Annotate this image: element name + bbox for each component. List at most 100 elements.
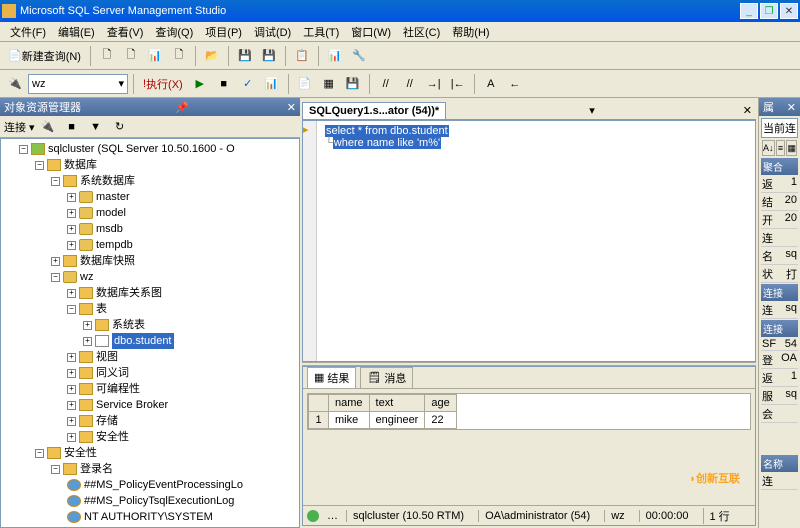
uncomment-button[interactable]: //	[399, 73, 421, 95]
databases-node[interactable]: −数据库	[35, 157, 297, 173]
prop-sort-az-button[interactable]: A↓	[762, 140, 775, 156]
parse-button[interactable]: ✓	[237, 73, 259, 95]
results-grid-icon: ▦	[314, 371, 324, 384]
toolbar-btn-3[interactable]: 📊	[144, 45, 166, 67]
toolbar-btn-plan[interactable]: 📊	[261, 73, 283, 95]
server-node[interactable]: −sqlcluster (SQL Server 10.50.1600 - O	[19, 141, 297, 157]
db-security-node[interactable]: +安全性	[67, 429, 297, 445]
col-header-name[interactable]: name	[329, 395, 370, 412]
logins-node[interactable]: −登录名	[51, 461, 297, 477]
toolbar-fx-b[interactable]: ←	[504, 73, 526, 95]
login-item[interactable]: NT AUTHORITY\SYSTEM	[67, 509, 297, 525]
activity-icon[interactable]: 📊	[324, 45, 346, 67]
menu-edit[interactable]: 编辑(E)	[52, 22, 101, 42]
menu-community[interactable]: 社区(C)	[397, 22, 446, 42]
close-button[interactable]: ✕	[780, 3, 798, 19]
cell-age: 22	[425, 412, 456, 429]
db-wz[interactable]: −wz	[51, 269, 297, 285]
col-header-text[interactable]: text	[369, 395, 425, 412]
toolbar-btn-4[interactable]: 🗋	[168, 45, 190, 67]
prop-pages-button[interactable]: ▦	[786, 140, 797, 156]
programmability-node[interactable]: +可编程性	[67, 381, 297, 397]
oe-btn-1[interactable]: 🔌	[37, 116, 59, 138]
properties-combo[interactable]: 当前连	[761, 118, 798, 138]
views-node[interactable]: +视图	[67, 349, 297, 365]
save-button[interactable]: 💾	[234, 45, 256, 67]
unindent-button[interactable]: |←	[447, 73, 469, 95]
login-item[interactable]: ##MS_PolicyEventProcessingLo	[67, 477, 297, 493]
menu-window[interactable]: 窗口(W)	[345, 22, 397, 42]
debug-button[interactable]: ▶	[189, 73, 211, 95]
execute-button[interactable]: ! 执行(X)	[139, 73, 187, 95]
chevron-down-icon: ▾	[118, 77, 124, 90]
editor-tab[interactable]: SQLQuery1.s...ator (54))*	[302, 102, 446, 119]
col-header-age[interactable]: age	[425, 395, 456, 412]
menu-help[interactable]: 帮助(H)	[446, 22, 495, 42]
save-all-button[interactable]: 💾	[258, 45, 280, 67]
messages-tab[interactable]: 🗒消息	[360, 367, 413, 389]
menu-file[interactable]: 文件(F)	[4, 22, 52, 42]
cell-name: mike	[329, 412, 370, 429]
toolbar-btn-2[interactable]: 🗋	[120, 45, 142, 67]
change-connection-button[interactable]: 🔌	[4, 73, 26, 95]
storage-node[interactable]: +存储	[67, 413, 297, 429]
new-query-button[interactable]: 📄 新建查询(N)	[4, 45, 85, 67]
open-button[interactable]: 📂	[201, 45, 223, 67]
prop-close-icon[interactable]: ✕	[787, 101, 796, 114]
minimize-button[interactable]: _	[740, 3, 758, 19]
db-master[interactable]: +master	[67, 189, 297, 205]
status-success-icon	[307, 510, 319, 522]
results-grid-button[interactable]: ▦	[318, 73, 340, 95]
toolbar-btn-1[interactable]: 🗋	[96, 45, 118, 67]
connect-dropdown[interactable]: 连接 ▾	[4, 119, 35, 135]
db-snapshots-node[interactable]: +数据库快照	[51, 253, 297, 269]
object-explorer-tree[interactable]: −sqlcluster (SQL Server 10.50.1600 - O −…	[0, 138, 300, 528]
results-tab[interactable]: ▦结果	[307, 367, 356, 389]
menu-view[interactable]: 查看(V)	[101, 22, 150, 42]
messages-icon: 🗒	[367, 371, 381, 384]
results-panel: ▦结果 🗒消息 name text age 1 mike engineer	[302, 366, 756, 526]
panel-pin-icon[interactable]: 📌	[175, 101, 189, 114]
table-dbo-student[interactable]: +dbo.student	[83, 333, 297, 349]
menu-project[interactable]: 项目(P)	[199, 22, 248, 42]
db-diagrams-node[interactable]: +数据库关系图	[67, 285, 297, 301]
database-selector[interactable]: wz ▾	[28, 74, 128, 94]
col-header-rownum[interactable]	[309, 395, 329, 412]
toolbar-btn-x[interactable]: 🔧	[348, 45, 370, 67]
oe-btn-2[interactable]: ■	[61, 116, 83, 138]
cell-text: engineer	[369, 412, 425, 429]
status-rows: 1 行	[703, 508, 736, 524]
menu-tools[interactable]: 工具(T)	[297, 22, 345, 42]
oe-btn-refresh[interactable]: ↻	[109, 116, 131, 138]
security-node[interactable]: −安全性	[35, 445, 297, 461]
synonyms-node[interactable]: +同义词	[67, 365, 297, 381]
login-item[interactable]: ##MS_PolicyTsqlExecutionLog	[67, 493, 297, 509]
panel-close-icon[interactable]: ✕	[287, 101, 296, 114]
system-databases-node[interactable]: −系统数据库	[51, 173, 297, 189]
result-row[interactable]: 1 mike engineer 22	[309, 412, 457, 429]
results-file-button[interactable]: 💾	[342, 73, 364, 95]
tab-dropdown-icon[interactable]: ▾	[585, 102, 599, 119]
sql-line-1: select * from dbo.student	[325, 125, 449, 137]
tables-node[interactable]: −表	[67, 301, 297, 317]
service-broker-node[interactable]: +Service Broker	[67, 397, 297, 413]
db-msdb[interactable]: +msdb	[67, 221, 297, 237]
results-grid[interactable]: name text age 1 mike engineer 22	[307, 393, 751, 430]
sql-editor[interactable]: ▸ select * from dbo.student └where name …	[302, 120, 756, 362]
oe-btn-3[interactable]: ▼	[85, 116, 107, 138]
toolbar-fx-a[interactable]: A	[480, 73, 502, 95]
menu-query[interactable]: 查询(Q)	[149, 22, 199, 42]
system-tables-node[interactable]: +系统表	[83, 317, 297, 333]
db-tempdb[interactable]: +tempdb	[67, 237, 297, 253]
db-model[interactable]: +model	[67, 205, 297, 221]
toolbar-btn-nav[interactable]: 📋	[291, 45, 313, 67]
restore-button[interactable]: ❐	[760, 3, 778, 19]
comment-button[interactable]: //	[375, 73, 397, 95]
menu-debug[interactable]: 调试(D)	[248, 22, 297, 42]
tab-close-icon[interactable]: ✕	[739, 102, 756, 119]
stop-button[interactable]: ■	[213, 73, 235, 95]
prop-sort-cat-button[interactable]: ≡	[776, 140, 786, 156]
results-text-button[interactable]: 📄	[294, 73, 316, 95]
cell-rownum: 1	[309, 412, 329, 429]
indent-button[interactable]: →|	[423, 73, 445, 95]
